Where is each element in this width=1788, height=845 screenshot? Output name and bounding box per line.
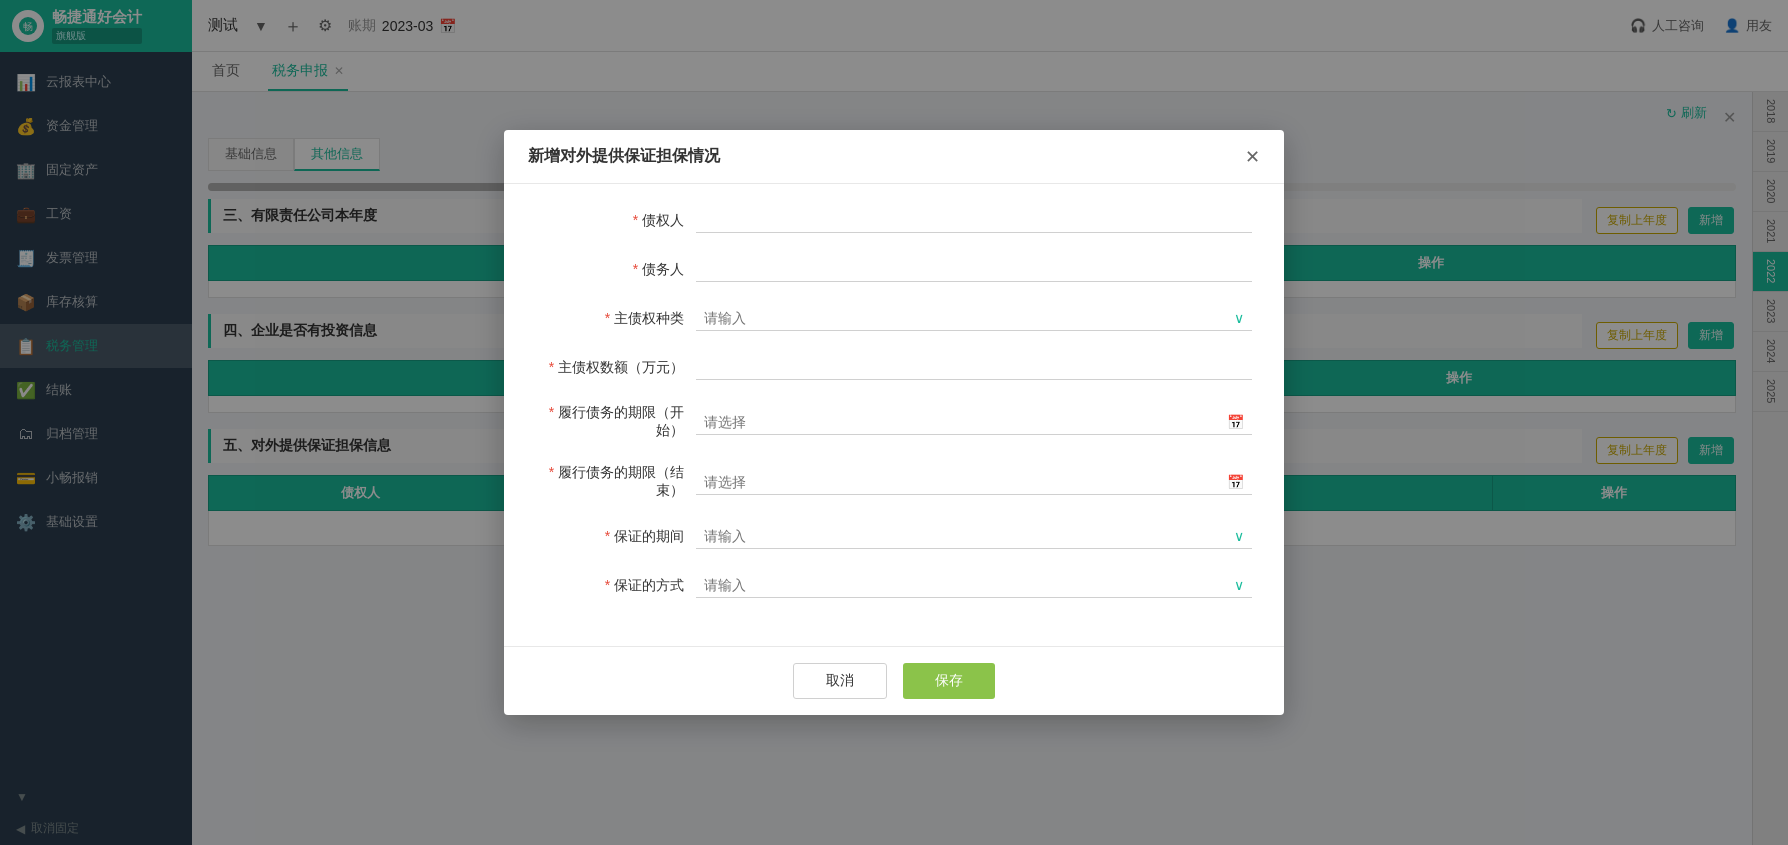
- cancel-button[interactable]: 取消: [793, 663, 887, 699]
- form-row-claim-amount: * 主债权数额（万元）: [536, 355, 1252, 380]
- calendar-start-icon[interactable]: 📅: [1227, 414, 1244, 430]
- modal-dialog: 新增对外提供保证担保情况 ✕ * 债权人 * 债务人: [504, 130, 1284, 715]
- claim-amount-input[interactable]: [696, 355, 1252, 380]
- claim-type-input[interactable]: [704, 310, 1234, 326]
- modal-close-button[interactable]: ✕: [1245, 148, 1260, 166]
- form-row-debtor: * 债务人: [536, 257, 1252, 282]
- guarantee-method-label: * 保证的方式: [536, 577, 696, 595]
- form-row-guarantee-period: * 保证的期间 ∨: [536, 524, 1252, 549]
- period-end-date-wrapper: 📅: [696, 470, 1252, 495]
- form-row-creditor: * 债权人: [536, 208, 1252, 233]
- period-start-input[interactable]: [704, 414, 1227, 430]
- creditor-input[interactable]: [696, 208, 1252, 233]
- guarantee-period-wrapper: ∨: [696, 524, 1252, 549]
- guarantee-method-arrow-icon[interactable]: ∨: [1234, 577, 1244, 593]
- period-end-input[interactable]: [704, 474, 1227, 490]
- form-row-claim-type: * 主债权种类 ∨: [536, 306, 1252, 331]
- claim-type-select-wrapper: ∨: [696, 306, 1252, 331]
- guarantee-method-input[interactable]: [704, 577, 1234, 593]
- claim-type-label: * 主债权种类: [536, 310, 696, 328]
- modal-header: 新增对外提供保证担保情况 ✕: [504, 130, 1284, 184]
- guarantee-period-label: * 保证的期间: [536, 528, 696, 546]
- creditor-label: * 债权人: [536, 212, 696, 230]
- debtor-label: * 债务人: [536, 261, 696, 279]
- period-start-date-wrapper: 📅: [696, 410, 1252, 435]
- claim-type-arrow-icon[interactable]: ∨: [1234, 310, 1244, 326]
- guarantee-method-wrapper: ∨: [696, 573, 1252, 598]
- calendar-end-icon[interactable]: 📅: [1227, 474, 1244, 490]
- modal-overlay: 新增对外提供保证担保情况 ✕ * 债权人 * 债务人: [0, 0, 1788, 845]
- form-row-period-start: * 履行债务的期限（开始） 📅: [536, 404, 1252, 440]
- form-row-guarantee-method: * 保证的方式 ∨: [536, 573, 1252, 598]
- modal-footer: 取消 保存: [504, 646, 1284, 715]
- debtor-input[interactable]: [696, 257, 1252, 282]
- save-button[interactable]: 保存: [903, 663, 995, 699]
- claim-amount-label: * 主债权数额（万元）: [536, 359, 696, 377]
- modal-title: 新增对外提供保证担保情况: [528, 146, 720, 167]
- modal-body: * 债权人 * 债务人 * 主债权种类: [504, 184, 1284, 646]
- form-row-period-end: * 履行债务的期限（结束） 📅: [536, 464, 1252, 500]
- period-end-label: * 履行债务的期限（结束）: [536, 464, 696, 500]
- guarantee-period-input[interactable]: [704, 528, 1234, 544]
- guarantee-period-arrow-icon[interactable]: ∨: [1234, 528, 1244, 544]
- period-start-label: * 履行债务的期限（开始）: [536, 404, 696, 440]
